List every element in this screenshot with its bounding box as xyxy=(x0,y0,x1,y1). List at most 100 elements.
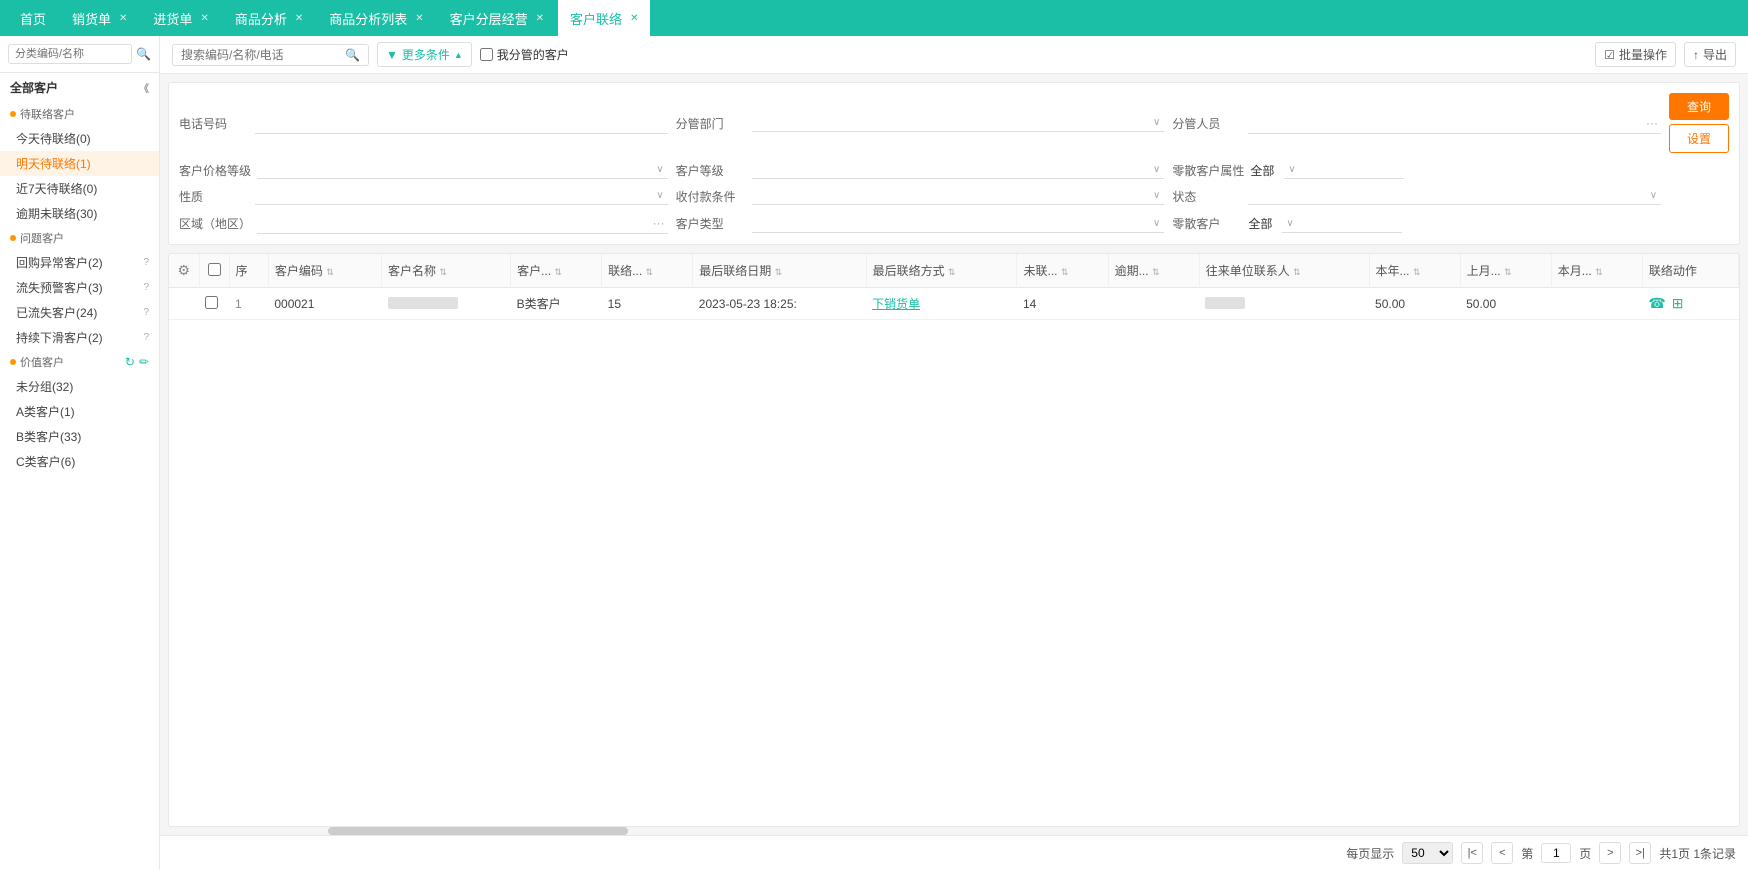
sort-name-icon: ⇅ xyxy=(439,267,447,277)
sidebar-item-class-a[interactable]: A类客户(1) xyxy=(0,399,159,424)
nav-customer-tier-close[interactable]: ✕ xyxy=(536,13,544,24)
filter-customer-level-select[interactable]: ∨ xyxy=(752,161,1165,179)
action-phone-icon[interactable]: ☎ xyxy=(1648,295,1665,312)
filter-region-select[interactable]: ··· xyxy=(257,213,668,234)
my-customer-checkbox[interactable] xyxy=(480,48,493,61)
sidebar-item-lost[interactable]: 已流失客户(24) ? xyxy=(0,300,159,325)
th-type[interactable]: 客户... ⇅ xyxy=(511,254,602,288)
reset-btn[interactable]: 设置 xyxy=(1669,124,1729,153)
sidebar-item-overdue-contact[interactable]: 逾期未联络(30) xyxy=(0,201,159,226)
prev-page-btn[interactable]: < xyxy=(1491,842,1513,864)
nav-home[interactable]: 首页 xyxy=(8,0,58,36)
sidebar-all-customers[interactable]: 全部客户 《 xyxy=(0,73,159,102)
filter-person: 分管人员 ··· xyxy=(1172,113,1661,134)
nav-analysis-list-close[interactable]: ✕ xyxy=(415,13,423,24)
sidebar-item-week[interactable]: 近7天待联络(0) xyxy=(0,176,159,201)
th-last-date[interactable]: 最后联络日期 ⇅ xyxy=(693,254,866,288)
nav-customer-contact[interactable]: 客户联络 ✕ xyxy=(558,0,650,36)
nav-analysis-close[interactable]: ✕ xyxy=(295,13,303,24)
more-filter-btn[interactable]: ▼ 更多条件 ▲ xyxy=(377,42,472,67)
search-icon[interactable]: 🔍 xyxy=(345,48,360,62)
filter-price-level-label: 客户价格等级 xyxy=(179,162,251,179)
export-icon: ↑ xyxy=(1693,48,1699,62)
batch-ops-btn[interactable]: ☑ 批量操作 xyxy=(1595,42,1676,67)
sort-code-icon: ⇅ xyxy=(326,267,334,277)
nav-analysis-list[interactable]: 商品分析列表 ✕ xyxy=(317,0,435,36)
sidebar-item-tomorrow[interactable]: 明天待联络(1) xyxy=(0,151,159,176)
pending-group-label: 待联络客户 xyxy=(20,106,75,122)
sidebar-item-unclassified[interactable]: 未分组(32) xyxy=(0,374,159,399)
filter-retail-select[interactable]: ∨ xyxy=(1282,215,1402,233)
first-page-btn[interactable]: |< xyxy=(1461,842,1483,864)
th-contact[interactable]: 联络... ⇅ xyxy=(602,254,693,288)
gear-icon[interactable]: ⚙ xyxy=(177,262,190,278)
help-icon-decline[interactable]: ? xyxy=(143,332,149,343)
filter-price-level-select[interactable]: ∨ xyxy=(257,161,668,179)
th-this-year[interactable]: 本年... ⇅ xyxy=(1369,254,1460,288)
nav-purchase[interactable]: 进货单 ✕ xyxy=(141,0,220,36)
next-page-btn[interactable]: > xyxy=(1599,842,1621,864)
filter-retail-attr-select[interactable]: ∨ xyxy=(1284,161,1404,179)
nav-sales[interactable]: 销货单 ✕ xyxy=(60,0,139,36)
sidebar-search-icon[interactable]: 🔍 xyxy=(136,47,151,61)
value-edit-icon[interactable]: ✏ xyxy=(139,355,149,369)
my-customer-label[interactable]: 我分管的客户 xyxy=(480,46,569,63)
th-code[interactable]: 客户编码 ⇅ xyxy=(268,254,381,288)
sort-unit-icon: ⇅ xyxy=(1293,267,1301,277)
help-icon-repurchase[interactable]: ? xyxy=(143,257,149,268)
td-last-method[interactable]: 下销货单 xyxy=(866,288,1017,320)
sidebar-search-input[interactable] xyxy=(8,44,132,64)
td-checkbox[interactable] xyxy=(199,288,229,320)
th-overdue[interactable]: 逾期... ⇅ xyxy=(1108,254,1199,288)
nav-purchase-close[interactable]: ✕ xyxy=(200,13,208,24)
sidebar-item-decline[interactable]: 持续下滑客户(2) ? xyxy=(0,325,159,350)
export-btn[interactable]: ↑ 导出 xyxy=(1684,42,1736,67)
select-all-checkbox[interactable] xyxy=(208,263,221,276)
filter-status-select[interactable]: ∨ xyxy=(1248,187,1661,205)
sidebar-item-lost-risk[interactable]: 流失预警客户(3) ? xyxy=(0,275,159,300)
filter-nature-select[interactable]: ∨ xyxy=(255,187,668,205)
help-icon-lost[interactable]: ? xyxy=(143,307,149,318)
nature-caret: ∨ xyxy=(656,190,663,201)
row-checkbox[interactable] xyxy=(205,296,218,309)
td-this-year: 50.00 xyxy=(1369,288,1460,320)
value-refresh-icon[interactable]: ↻ xyxy=(125,355,135,369)
sidebar-item-class-b[interactable]: B类客户(33) xyxy=(0,424,159,449)
query-btn[interactable]: 查询 xyxy=(1669,93,1729,120)
action-grid-icon[interactable]: ⊞ xyxy=(1672,295,1684,312)
scrollbar-thumb[interactable] xyxy=(328,827,628,835)
per-page-select[interactable]: 50 100 200 xyxy=(1402,842,1453,864)
help-icon-lost-risk[interactable]: ? xyxy=(143,282,149,293)
filter-customer-type-select[interactable]: ∨ xyxy=(752,215,1165,233)
sidebar-item-repurchase[interactable]: 回购异常客户(2) ? xyxy=(0,250,159,275)
sidebar-item-today[interactable]: 今天待联络(0) xyxy=(0,126,159,151)
th-checkbox[interactable] xyxy=(199,254,229,288)
th-name[interactable]: 客户名称 ⇅ xyxy=(382,254,511,288)
per-page-label: 每页显示 xyxy=(1346,845,1394,862)
td-contact: 15 xyxy=(602,288,693,320)
nav-customer-contact-close[interactable]: ✕ xyxy=(630,13,638,24)
filter-customer-type-label: 客户类型 xyxy=(676,215,746,232)
last-page-btn[interactable]: >| xyxy=(1629,842,1651,864)
nav-customer-tier[interactable]: 客户分层经营 ✕ xyxy=(438,0,556,36)
th-last-month[interactable]: 上月... ⇅ xyxy=(1460,254,1551,288)
th-unit-contact[interactable]: 往来单位联系人 ⇅ xyxy=(1199,254,1369,288)
th-this-month[interactable]: 本月... ⇅ xyxy=(1551,254,1642,288)
page-input[interactable] xyxy=(1541,843,1571,863)
filter-person-select[interactable]: ··· xyxy=(1248,113,1661,134)
nav-sales-close[interactable]: ✕ xyxy=(119,13,127,24)
th-last-method[interactable]: 最后联络方式 ⇅ xyxy=(866,254,1017,288)
filter-payment-select[interactable]: ∨ xyxy=(752,187,1165,205)
sidebar-group-pending: 待联络客户 xyxy=(0,102,159,126)
filter-dept-select[interactable]: ∨ xyxy=(752,114,1165,132)
sidebar-item-class-c[interactable]: C类客户(6) xyxy=(0,449,159,474)
nav-analysis[interactable]: 商品分析 ✕ xyxy=(223,0,315,36)
th-gear[interactable]: ⚙ xyxy=(169,254,199,288)
filter-phone-input[interactable] xyxy=(255,113,668,134)
last-method-link[interactable]: 下销货单 xyxy=(872,297,920,311)
td-no-contact: 14 xyxy=(1017,288,1108,320)
th-no-contact[interactable]: 未联... ⇅ xyxy=(1017,254,1108,288)
toolbar: 🔍 ▼ 更多条件 ▲ 我分管的客户 ☑ 批量操作 ↑ 导出 xyxy=(160,36,1748,74)
search-input[interactable] xyxy=(181,48,341,62)
value-group-label: 价值客户 xyxy=(20,354,64,370)
